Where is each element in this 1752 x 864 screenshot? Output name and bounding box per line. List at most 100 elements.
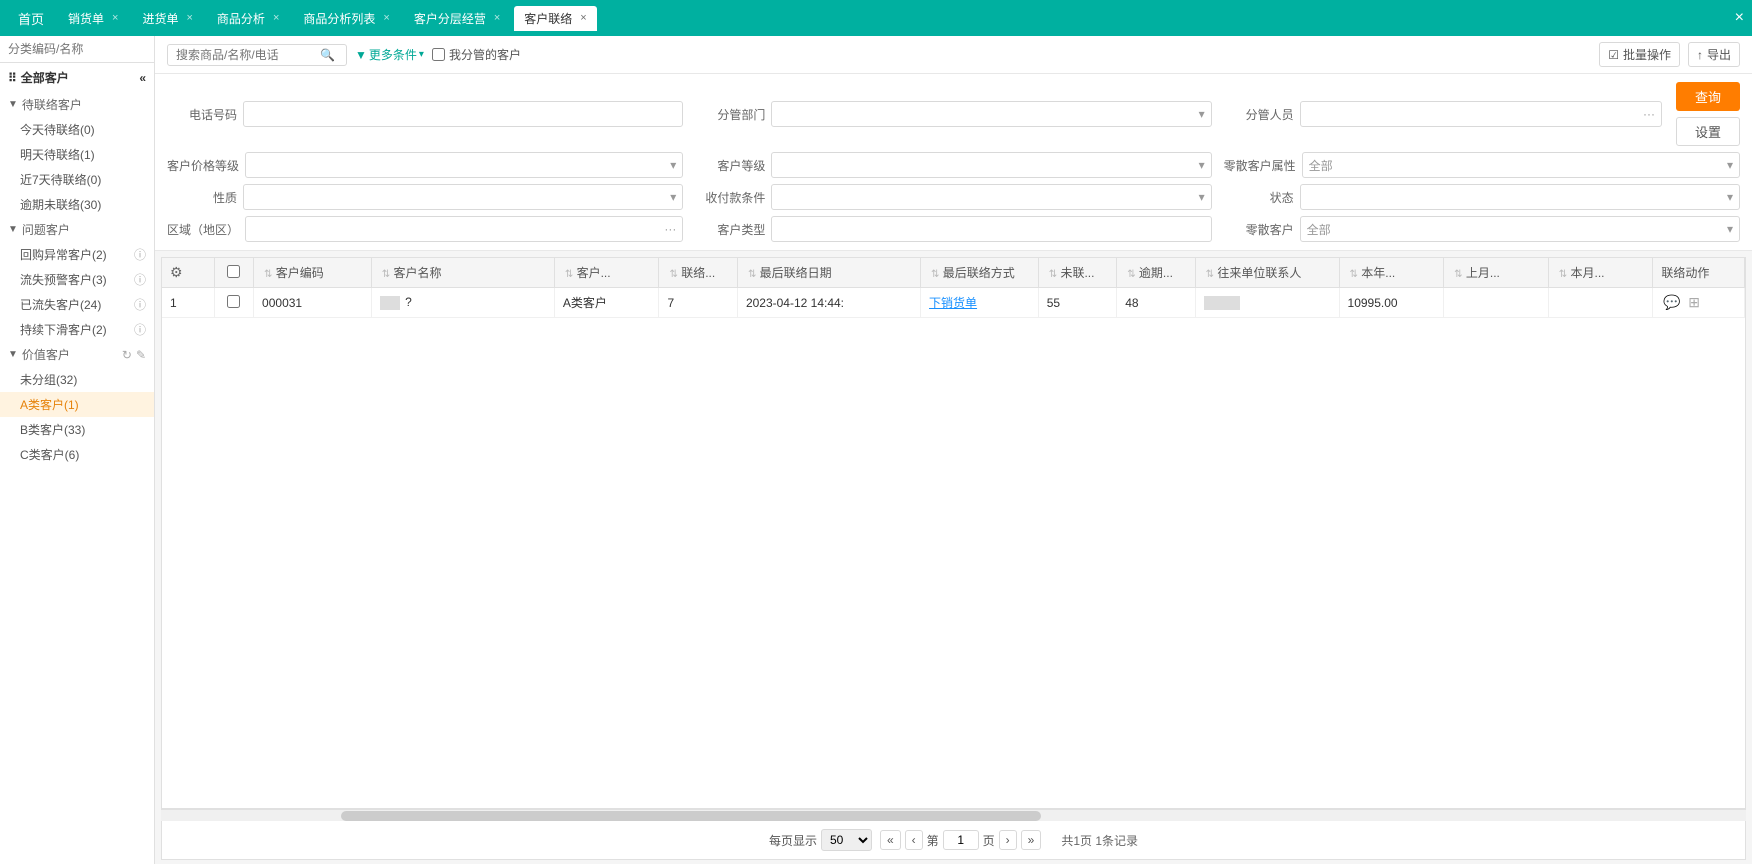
name-avatar [380, 296, 400, 310]
my-customers-checkbox[interactable] [432, 48, 445, 61]
th-class[interactable]: ⇅ 客户... [554, 258, 659, 288]
th-lastdate[interactable]: ⇅ 最后联络日期 [737, 258, 920, 288]
input-phone[interactable] [243, 101, 683, 127]
lastway-link[interactable]: 下销货单 [929, 296, 977, 310]
chevron-dept-icon: ▾ [1199, 107, 1205, 121]
close-tab-customer-contact[interactable]: × [580, 12, 586, 24]
sidebar-collapse-icon[interactable]: « [139, 71, 146, 85]
settings-button[interactable]: 设置 [1676, 117, 1740, 146]
select-payment[interactable]: ▾ [771, 184, 1211, 210]
search-icon[interactable]: 🔍 [320, 48, 335, 62]
th-thisyear[interactable]: ⇅ 本年... [1339, 258, 1444, 288]
label-dept: 分管部门 [695, 106, 765, 123]
select-retail[interactable]: 全部 ▾ [1300, 216, 1740, 242]
page-number-input[interactable] [943, 830, 979, 850]
tab-product-analysis-list[interactable]: 商品分析列表 × [293, 6, 399, 31]
query-button[interactable]: 查询 [1676, 82, 1740, 111]
th-contact[interactable]: ⇅ 联络... [659, 258, 737, 288]
sort-icon-overdue: ⇅ [1127, 269, 1135, 280]
chevron-level-icon: ▾ [1199, 158, 1205, 172]
batch-op-btn[interactable]: ☑ 批量操作 [1599, 42, 1680, 67]
sidebar-item-class-a[interactable]: A类客户(1) [0, 392, 154, 417]
nav-home[interactable]: 首页 [8, 5, 54, 32]
close-all-icon[interactable]: × [1735, 9, 1744, 27]
select-nature[interactable]: ▾ [243, 184, 683, 210]
export-btn[interactable]: ↑ 导出 [1688, 42, 1740, 67]
tab-customer-tier[interactable]: 客户分层经营 × [404, 6, 510, 31]
search-input[interactable] [176, 48, 316, 62]
th-noc[interactable]: ⇅ 未联... [1038, 258, 1116, 288]
section-problem-customers[interactable]: ▼ 问题客户 [0, 217, 154, 242]
tab-sales[interactable]: 销货单 × [58, 6, 128, 31]
th-lastmonth[interactable]: ⇅ 上月... [1444, 258, 1549, 288]
select-dept[interactable]: ▾ [771, 101, 1211, 127]
input-type[interactable] [771, 216, 1211, 242]
first-page-btn[interactable]: « [880, 830, 901, 850]
sidebar-all-customers-header[interactable]: ⠿ 全部客户 « [0, 63, 154, 92]
sidebar-item-class-b[interactable]: B类客户(33) [0, 417, 154, 442]
prev-page-btn[interactable]: ‹ [905, 830, 923, 850]
cell-lastway[interactable]: 下销货单 [921, 288, 1039, 318]
select-status[interactable]: ▾ [1300, 184, 1740, 210]
tab-customer-contact[interactable]: 客户联络 × [514, 6, 596, 31]
sidebar-item-lost[interactable]: 已流失客户(24) ⓘ [0, 292, 154, 317]
select-region[interactable]: ··· [245, 216, 683, 242]
close-tab-purchase[interactable]: × [186, 12, 192, 24]
close-tab-sales[interactable]: × [112, 12, 118, 24]
section-pending-contact[interactable]: ▼ 待联络客户 [0, 92, 154, 117]
filter-bar: 🔍 ▼ 更多条件 ▾ 我分管的客户 ☑ 批量操作 ↑ 导出 [155, 36, 1752, 74]
sidebar-item-warning[interactable]: 流失预警客户(3) ⓘ [0, 267, 154, 292]
chat-icon[interactable]: 💬 [1663, 294, 1680, 310]
grid-action-icon[interactable]: ⊞ [1688, 294, 1700, 310]
close-tab-product-analysis[interactable]: × [273, 12, 279, 24]
th-overdue[interactable]: ⇅ 逾期... [1117, 258, 1195, 288]
sidebar-item-class-c[interactable]: C类客户(6) [0, 442, 154, 467]
next-page-btn[interactable]: › [999, 830, 1017, 850]
th-settings[interactable]: ⚙ [162, 258, 214, 288]
export-icon: ↑ [1697, 48, 1703, 62]
sidebar-item-abnormal[interactable]: 回购异常客户(2) ⓘ [0, 242, 154, 267]
th-name[interactable]: ⇅ 客户名称 [371, 258, 554, 288]
horizontal-scrollbar[interactable] [161, 809, 1746, 821]
th-code[interactable]: ⇅ 客户编码 [254, 258, 372, 288]
sidebar-search-bar: 🔍 [0, 36, 154, 63]
scrollbar-thumb[interactable] [341, 811, 1041, 821]
th-prev[interactable]: ⇅ 往来单位联系人 [1195, 258, 1339, 288]
sort-icon-thisyear: ⇅ [1350, 269, 1358, 280]
label-phone: 电话号码 [167, 106, 237, 123]
filter-row-retail: 零散客户 全部 ▾ [1224, 216, 1740, 242]
select-level[interactable]: ▾ [771, 152, 1211, 178]
tab-product-analysis[interactable]: 商品分析 × [207, 6, 289, 31]
close-tab-customer-tier[interactable]: × [494, 12, 500, 24]
th-thismonth[interactable]: ⇅ 本月... [1548, 258, 1653, 288]
sort-icon-lastdate: ⇅ [748, 269, 756, 280]
last-page-btn[interactable]: » [1021, 830, 1042, 850]
close-tab-product-list[interactable]: × [383, 12, 389, 24]
sidebar-item-overdue[interactable]: 逾期未联络(30) [0, 192, 154, 217]
refresh-icon[interactable]: ↻ [122, 348, 132, 362]
sidebar-item-unclassified[interactable]: 未分组(32) [0, 367, 154, 392]
table-scroll[interactable]: ⚙ ⇅ 客户编码 ⇅ 客户名称 [162, 258, 1745, 808]
more-filters-btn[interactable]: ▼ 更多条件 ▾ [355, 46, 424, 63]
sidebar-item-declining[interactable]: 持续下滑客户(2) ⓘ [0, 317, 154, 342]
cell-checkbox[interactable] [214, 288, 253, 318]
select-person[interactable]: ··· [1300, 101, 1662, 127]
select-price-level[interactable]: ▾ [245, 152, 683, 178]
edit-icon[interactable]: ✎ [136, 348, 146, 362]
gear-icon[interactable]: ⚙ [170, 264, 183, 280]
sidebar-search-input[interactable] [8, 42, 155, 56]
sidebar-item-today[interactable]: 今天待联络(0) [0, 117, 154, 142]
batch-icon: ☑ [1608, 48, 1619, 62]
row-checkbox[interactable] [227, 295, 240, 308]
sidebar-item-7days[interactable]: 近7天待联络(0) [0, 167, 154, 192]
tab-purchase[interactable]: 进货单 × [132, 6, 202, 31]
select-all-checkbox[interactable] [227, 265, 240, 278]
select-retail-attr[interactable]: 全部 ▾ [1302, 152, 1740, 178]
sidebar-item-tomorrow[interactable]: 明天待联络(1) [0, 142, 154, 167]
label-region: 区域（地区） [167, 221, 239, 238]
section-value-customers[interactable]: ▼ 价值客户 ↻ ✎ [0, 342, 154, 367]
th-checkbox[interactable] [214, 258, 253, 288]
chevron-retail-attr-icon: ▾ [1727, 158, 1733, 172]
th-lastway[interactable]: ⇅ 最后联络方式 [921, 258, 1039, 288]
page-size-select[interactable]: 50 100 200 [821, 829, 872, 851]
